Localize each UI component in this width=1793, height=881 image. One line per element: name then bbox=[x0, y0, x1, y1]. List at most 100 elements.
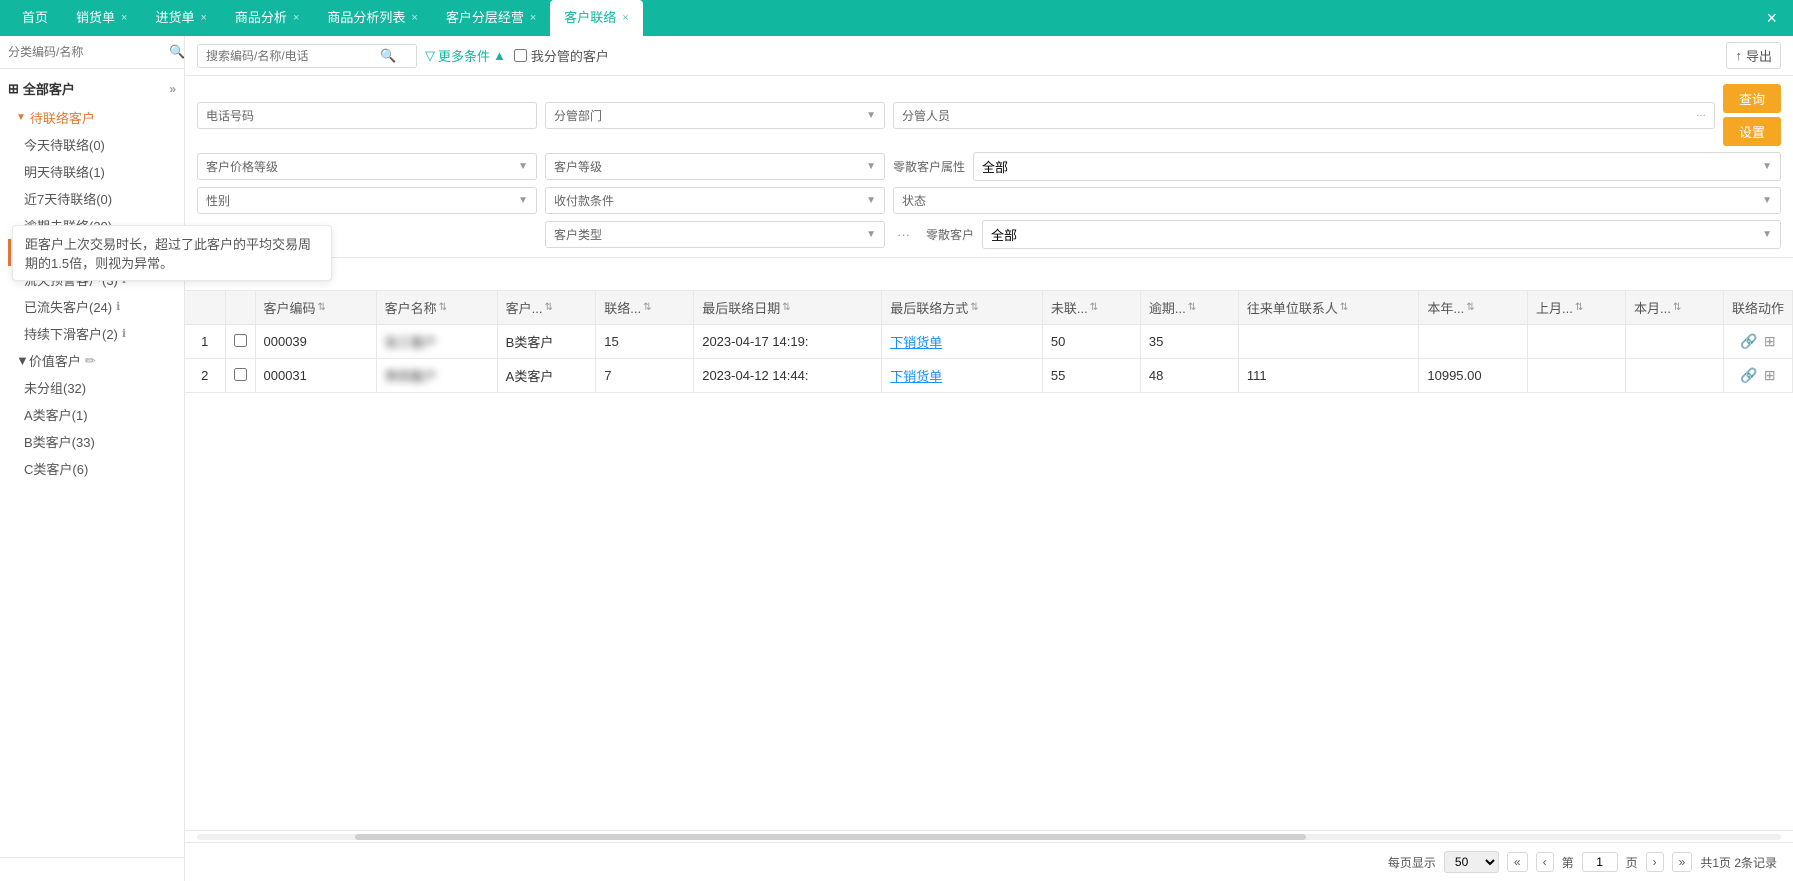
th-this-year[interactable]: 本年... ⇅ bbox=[1419, 291, 1528, 325]
sidebar-item-class-b[interactable]: B类客户(33) bbox=[8, 428, 184, 455]
table-toolbar: ⚙ bbox=[185, 258, 1793, 291]
contact-method-link-2[interactable]: 下销货单 bbox=[890, 369, 942, 384]
action-link-icon-1[interactable]: 🔗 bbox=[1740, 333, 1757, 350]
branch-dept-field[interactable]: 分管部门 ▼ bbox=[545, 102, 885, 129]
status-field[interactable]: 状态 ▼ bbox=[893, 187, 1781, 214]
td-check-1[interactable] bbox=[225, 325, 255, 359]
horizontal-scrollbar[interactable] bbox=[185, 830, 1793, 842]
sidebar-item-declining[interactable]: 持续下滑客户(2) ℹ bbox=[8, 320, 184, 347]
action-link-icon-2[interactable]: 🔗 bbox=[1740, 367, 1757, 384]
more-dots-icon[interactable]: ··· bbox=[893, 227, 914, 242]
action-grid-icon-1[interactable]: ⊞ bbox=[1764, 333, 1776, 350]
td-code-2: 000031 bbox=[255, 359, 376, 393]
retail-customer-value[interactable]: 全部 ▼ bbox=[982, 220, 1781, 249]
th-customer-name[interactable]: 客户名称 ⇅ bbox=[376, 291, 497, 325]
chevron-down-icon-4: ▼ bbox=[1762, 161, 1772, 172]
page-number-input[interactable] bbox=[1582, 852, 1618, 872]
th-customer-level[interactable]: 客户... ⇅ bbox=[497, 291, 596, 325]
th-customer-code[interactable]: 客户编码 ⇅ bbox=[255, 291, 376, 325]
sidebar-item-class-c[interactable]: C类客户(6) bbox=[8, 455, 184, 482]
more-conditions-button[interactable]: ▽ 更多条件 ▲ bbox=[425, 46, 506, 65]
prev-page-button[interactable]: ‹ bbox=[1536, 852, 1554, 872]
customer-level-field[interactable]: 客户等级 ▼ bbox=[545, 153, 885, 180]
td-uncontacted-1: 50 bbox=[1042, 325, 1140, 359]
phone-field[interactable]: 电话号码 bbox=[197, 102, 537, 129]
table-header-row: 客户编码 ⇅ 客户名称 ⇅ bbox=[185, 291, 1793, 325]
first-page-button[interactable]: « bbox=[1507, 852, 1528, 872]
search-input-wrapper[interactable]: 🔍 bbox=[197, 44, 417, 68]
sidebar-item-tomorrow[interactable]: 明天待联络(1) bbox=[8, 158, 184, 185]
search-icon[interactable]: 🔍 bbox=[380, 48, 396, 64]
sidebar-item-class-a[interactable]: A类客户(1) bbox=[8, 401, 184, 428]
td-num-2: 2 bbox=[185, 359, 225, 393]
my-customer-checkbox-label[interactable]: 我分管的客户 bbox=[514, 46, 609, 65]
close-sales-order-icon[interactable]: × bbox=[121, 0, 127, 36]
sidebar-item-ungrouped[interactable]: 未分组(32) bbox=[8, 374, 184, 401]
nav-customer-contact[interactable]: 客户联络 × bbox=[550, 0, 642, 36]
td-method-2[interactable]: 下销货单 bbox=[882, 359, 1043, 393]
payment-condition-field[interactable]: 收付款条件 ▼ bbox=[545, 187, 885, 214]
sidebar-item-churned[interactable]: 已流失客户(24) ℹ bbox=[8, 293, 184, 320]
sidebar-item-today[interactable]: 今天待联络(0) bbox=[8, 131, 184, 158]
td-uncontacted-2: 55 bbox=[1042, 359, 1140, 393]
search-input[interactable] bbox=[206, 49, 376, 63]
sidebar-search-icon[interactable]: 🔍 bbox=[169, 44, 185, 60]
scroll-thumb[interactable] bbox=[355, 834, 1305, 840]
per-page-select[interactable]: 50 100 200 bbox=[1444, 851, 1499, 873]
branch-person-field[interactable]: 分管人员 ··· bbox=[893, 102, 1715, 129]
td-year-2: 10995.00 bbox=[1419, 359, 1528, 393]
window-close-button[interactable]: × bbox=[1758, 8, 1785, 29]
th-overdue[interactable]: 逾期... ⇅ bbox=[1140, 291, 1238, 325]
chevron-down-icon-7: ▼ bbox=[1762, 195, 1772, 206]
my-customer-checkbox[interactable] bbox=[514, 49, 527, 62]
nav-product-analysis-list[interactable]: 商品分析列表 × bbox=[313, 0, 431, 36]
td-method-1[interactable]: 下销货单 bbox=[882, 325, 1043, 359]
nav-home[interactable]: 首页 bbox=[8, 0, 62, 36]
last-page-button[interactable]: » bbox=[1672, 852, 1693, 872]
content-area: 🔍 ▽ 更多条件 ▲ 我分管的客户 ↑ 导出 电话号码 bbox=[185, 36, 1793, 881]
th-uncontacted[interactable]: 未联... ⇅ bbox=[1042, 291, 1140, 325]
nav-purchase-order[interactable]: 进货单 × bbox=[141, 0, 220, 36]
nav-customer-segmentation[interactable]: 客户分层经营 × bbox=[432, 0, 550, 36]
export-button[interactable]: ↑ 导出 bbox=[1726, 42, 1781, 69]
edit-icon[interactable]: ✏ bbox=[85, 353, 96, 369]
td-lastmonth-2 bbox=[1528, 359, 1626, 393]
th-unit-contacts[interactable]: 往来单位联系人 ⇅ bbox=[1238, 291, 1419, 325]
nav-product-analysis[interactable]: 商品分析 × bbox=[221, 0, 313, 36]
close-product-analysis-icon[interactable]: × bbox=[293, 0, 299, 36]
close-customer-segmentation-icon[interactable]: × bbox=[530, 0, 536, 36]
row-checkbox-1[interactable] bbox=[234, 334, 247, 347]
action-grid-icon-2[interactable]: ⊞ bbox=[1764, 367, 1776, 384]
next-page-button[interactable]: › bbox=[1646, 852, 1664, 872]
th-last-contact-date[interactable]: 最后联络日期 ⇅ bbox=[694, 291, 882, 325]
th-last-contact-method[interactable]: 最后联络方式 ⇅ bbox=[882, 291, 1043, 325]
value-customer-header[interactable]: ▼ 价值客户 ✏ bbox=[8, 347, 184, 374]
retail-attr-value[interactable]: 全部 ▼ bbox=[973, 152, 1781, 181]
pending-contact-header[interactable]: ▼ 待联络客户 bbox=[8, 104, 184, 131]
chevron-down-icon-3: ▼ bbox=[866, 161, 876, 172]
td-contact-2: 7 bbox=[596, 359, 694, 393]
sort-icon-uncontacted: ⇅ bbox=[1090, 302, 1098, 313]
triangle-icon-2: ▼ bbox=[16, 353, 29, 368]
gender-field[interactable]: 性别 ▼ bbox=[197, 187, 537, 214]
price-level-field[interactable]: 客户价格等级 ▼ bbox=[197, 153, 537, 180]
all-customers-header[interactable]: ⊞ 全部客户 » bbox=[0, 73, 184, 104]
td-contact-1: 15 bbox=[596, 325, 694, 359]
sidebar-collapse-icon[interactable]: » bbox=[169, 82, 176, 96]
row-checkbox-2[interactable] bbox=[234, 368, 247, 381]
nav-sales-order[interactable]: 销货单 × bbox=[62, 0, 141, 36]
close-product-analysis-list-icon[interactable]: × bbox=[411, 0, 417, 36]
td-check-2[interactable] bbox=[225, 359, 255, 393]
query-button[interactable]: 查询 bbox=[1723, 84, 1781, 113]
sidebar-search-input[interactable] bbox=[8, 45, 163, 59]
sidebar-item-7days[interactable]: 近7天待联络(0) bbox=[8, 185, 184, 212]
th-contact-count[interactable]: 联络... ⇅ bbox=[596, 291, 694, 325]
close-customer-contact-icon[interactable]: × bbox=[622, 0, 628, 36]
contact-method-link-1[interactable]: 下销货单 bbox=[890, 335, 942, 350]
chevron-down-icon: ▼ bbox=[866, 110, 876, 121]
th-this-month[interactable]: 本月... ⇅ bbox=[1625, 291, 1723, 325]
settings-button[interactable]: 设置 bbox=[1723, 117, 1781, 146]
th-last-month[interactable]: 上月... ⇅ bbox=[1528, 291, 1626, 325]
close-purchase-order-icon[interactable]: × bbox=[200, 0, 206, 36]
customer-type-field[interactable]: 客户类型 ▼ bbox=[545, 221, 885, 248]
